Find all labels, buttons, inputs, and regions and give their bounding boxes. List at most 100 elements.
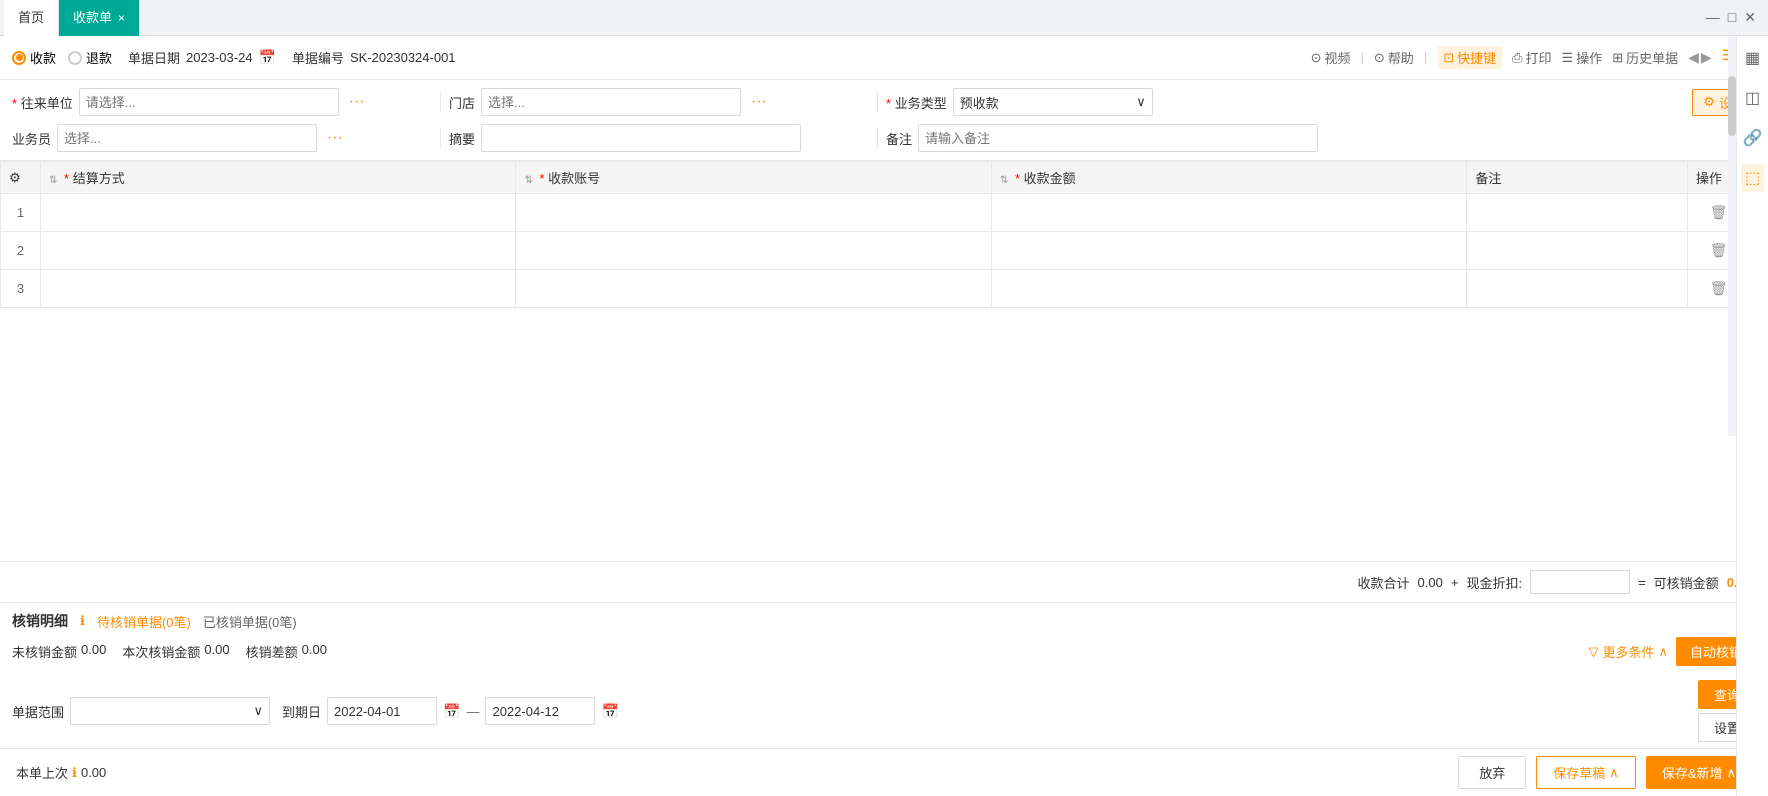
diff-stat: 核销差额 0.00 — [246, 642, 327, 661]
footer-info: 本单上次 ℹ 0.00 — [16, 763, 106, 782]
range-select[interactable]: ∨ — [70, 697, 270, 725]
date-range-label: 到期日 — [282, 702, 321, 721]
sidebar-expand-icon[interactable]: ⬚ — [1741, 164, 1764, 192]
summary-field: 摘要 — [449, 124, 869, 152]
main-container: 收款 退款 单据日期 2023-03-24 📅 单据编号 SK-20230324… — [0, 36, 1768, 796]
discount-label: 现金折扣: — [1466, 573, 1522, 592]
close-btn[interactable]: ✕ — [1744, 9, 1756, 26]
salesman-ellipsis-icon[interactable]: ··· — [327, 129, 343, 147]
calendar-to-icon[interactable]: 📅 — [601, 703, 618, 720]
row-3-payment[interactable] — [41, 270, 516, 308]
draft-arrow-icon: ∧ — [1609, 765, 1619, 781]
pending-tab[interactable]: 待核销单据(0笔) — [97, 612, 191, 631]
row-2-amount[interactable] — [991, 232, 1466, 270]
partner-label: * 往来单位 — [12, 93, 73, 112]
salesman-label: 业务员 — [12, 129, 51, 148]
form-section: * 往来单位 ··· 门店 ··· * 业务类型 预 — [0, 80, 1768, 161]
row-3-remarks[interactable] — [1467, 270, 1688, 308]
current-value: 0.00 — [204, 642, 229, 661]
maximize-btn[interactable]: □ — [1728, 9, 1736, 26]
print-label: 打印 — [1526, 48, 1552, 67]
row-1-remarks[interactable] — [1467, 194, 1688, 232]
row-1-payment[interactable] — [41, 194, 516, 232]
tab-active[interactable]: 收款单 × — [59, 0, 139, 36]
footer-info-icon[interactable]: ℹ — [72, 765, 77, 781]
row-2-remarks[interactable] — [1467, 232, 1688, 270]
biz-type-select[interactable]: 预收款 ∨ — [953, 88, 1153, 116]
operation-btn[interactable]: ☰ 操作 — [1562, 48, 1603, 67]
biz-type-label: * 业务类型 — [886, 93, 947, 112]
video-icon: ⊙ — [1311, 50, 1322, 66]
completed-tab[interactable]: 已核销单据(0笔) — [203, 612, 297, 631]
number-label: 单据编号 — [292, 48, 344, 67]
row-3-account[interactable] — [516, 270, 991, 308]
salesman-input[interactable] — [57, 124, 317, 152]
history-label: 历史单据 — [1626, 48, 1678, 67]
table-section: ⚙ ⇅ * 结算方式 ⇅ * 收款账号 ⇅ * 收款 — [0, 161, 1768, 562]
scrollbar-area — [1728, 36, 1736, 436]
equals-sign: = — [1638, 575, 1646, 590]
date-from-input[interactable] — [327, 697, 437, 725]
remarks-label: 备注 — [886, 129, 912, 148]
next-arrow[interactable]: ▶ — [1701, 49, 1712, 66]
shop-ellipsis-icon[interactable]: ··· — [751, 93, 767, 111]
minimize-btn[interactable]: — — [1706, 9, 1720, 26]
date-value: 2023-03-24 — [186, 50, 253, 65]
sidebar-table-icon[interactable]: ▦ — [1741, 44, 1764, 72]
more-conditions-btn[interactable]: ▽ 更多条件 ∧ — [1588, 642, 1668, 661]
calendar-icon[interactable]: 📅 — [259, 49, 276, 66]
row-1-amount[interactable] — [991, 194, 1466, 232]
remarks-field: 备注 — [886, 124, 1756, 152]
row-2-delete-icon[interactable]: 🗑 — [1710, 242, 1728, 258]
shop-input[interactable] — [481, 88, 741, 116]
col-remarks-header: 备注 — [1467, 162, 1688, 194]
radio-group: 收款 退款 — [12, 48, 112, 67]
table-row: 3 🗑 ⧉ — [1, 270, 1768, 308]
row-3-delete-icon[interactable]: 🗑 — [1710, 280, 1728, 296]
remarks-input[interactable] — [918, 124, 1318, 152]
recon-stats: 未核销金额 0.00 本次核销金额 0.00 核销差额 0.00 ▽ 更多条件 … — [12, 637, 1756, 666]
partner-input[interactable] — [79, 88, 339, 116]
abandon-btn[interactable]: 放弃 — [1458, 756, 1526, 789]
summary-label: 摘要 — [449, 129, 475, 148]
number-value: SK-20230324-001 — [350, 50, 456, 65]
tab-home-label: 首页 — [18, 10, 44, 25]
video-btn[interactable]: ⊙ 视频 — [1311, 48, 1351, 67]
tab-close-icon[interactable]: × — [118, 0, 125, 36]
discount-input[interactable] — [1530, 570, 1630, 594]
row-2-account[interactable] — [516, 232, 991, 270]
history-icon: ⊞ — [1612, 50, 1623, 66]
right-sidebar: ▦ ◫ 🔗 ⬚ — [1736, 36, 1768, 796]
row-1-account[interactable] — [516, 194, 991, 232]
radio-refund-dot — [68, 51, 82, 65]
row-3-amount[interactable] — [991, 270, 1466, 308]
video-label: 视频 — [1324, 48, 1350, 67]
operation-icon: ☰ — [1562, 50, 1574, 66]
divider-2 — [877, 92, 878, 112]
scrollbar-thumb[interactable] — [1728, 76, 1736, 136]
print-btn[interactable]: ⎙ 打印 — [1512, 48, 1551, 67]
radio-receive[interactable]: 收款 — [12, 48, 56, 67]
partner-ellipsis-icon[interactable]: ··· — [349, 93, 365, 111]
chevron-down-icon: ∨ — [1136, 94, 1146, 110]
calendar-from-icon[interactable]: 📅 — [443, 703, 460, 720]
tab-home[interactable]: 首页 — [4, 0, 59, 36]
diff-label: 核销差额 — [246, 642, 298, 661]
save-draft-btn[interactable]: 保存草稿 ∧ — [1536, 756, 1636, 789]
sidebar-link-icon[interactable]: 🔗 — [1739, 124, 1767, 152]
col-amount-header: ⇅ * 收款金额 — [991, 162, 1466, 194]
recon-info-icon[interactable]: ℹ — [80, 613, 85, 629]
help-btn[interactable]: ⊙ 帮助 — [1374, 48, 1414, 67]
radio-refund[interactable]: 退款 — [68, 48, 112, 67]
sidebar-doc-icon[interactable]: ◫ — [1741, 84, 1764, 112]
form-row-1: * 往来单位 ··· 门店 ··· * 业务类型 预 — [12, 88, 1756, 116]
print-icon: ⎙ — [1512, 50, 1522, 66]
row-1-delete-icon[interactable]: 🗑 — [1710, 204, 1728, 220]
row-2-payment[interactable] — [41, 232, 516, 270]
summary-input[interactable] — [481, 124, 801, 152]
shortcut-btn[interactable]: ⊡ 快捷键 — [1437, 46, 1502, 69]
col-setting-header[interactable]: ⚙ — [1, 162, 41, 194]
date-to-input[interactable] — [485, 697, 595, 725]
history-btn[interactable]: ⊞ 历史单据 — [1612, 48, 1678, 67]
prev-arrow[interactable]: ◀ — [1688, 49, 1699, 66]
